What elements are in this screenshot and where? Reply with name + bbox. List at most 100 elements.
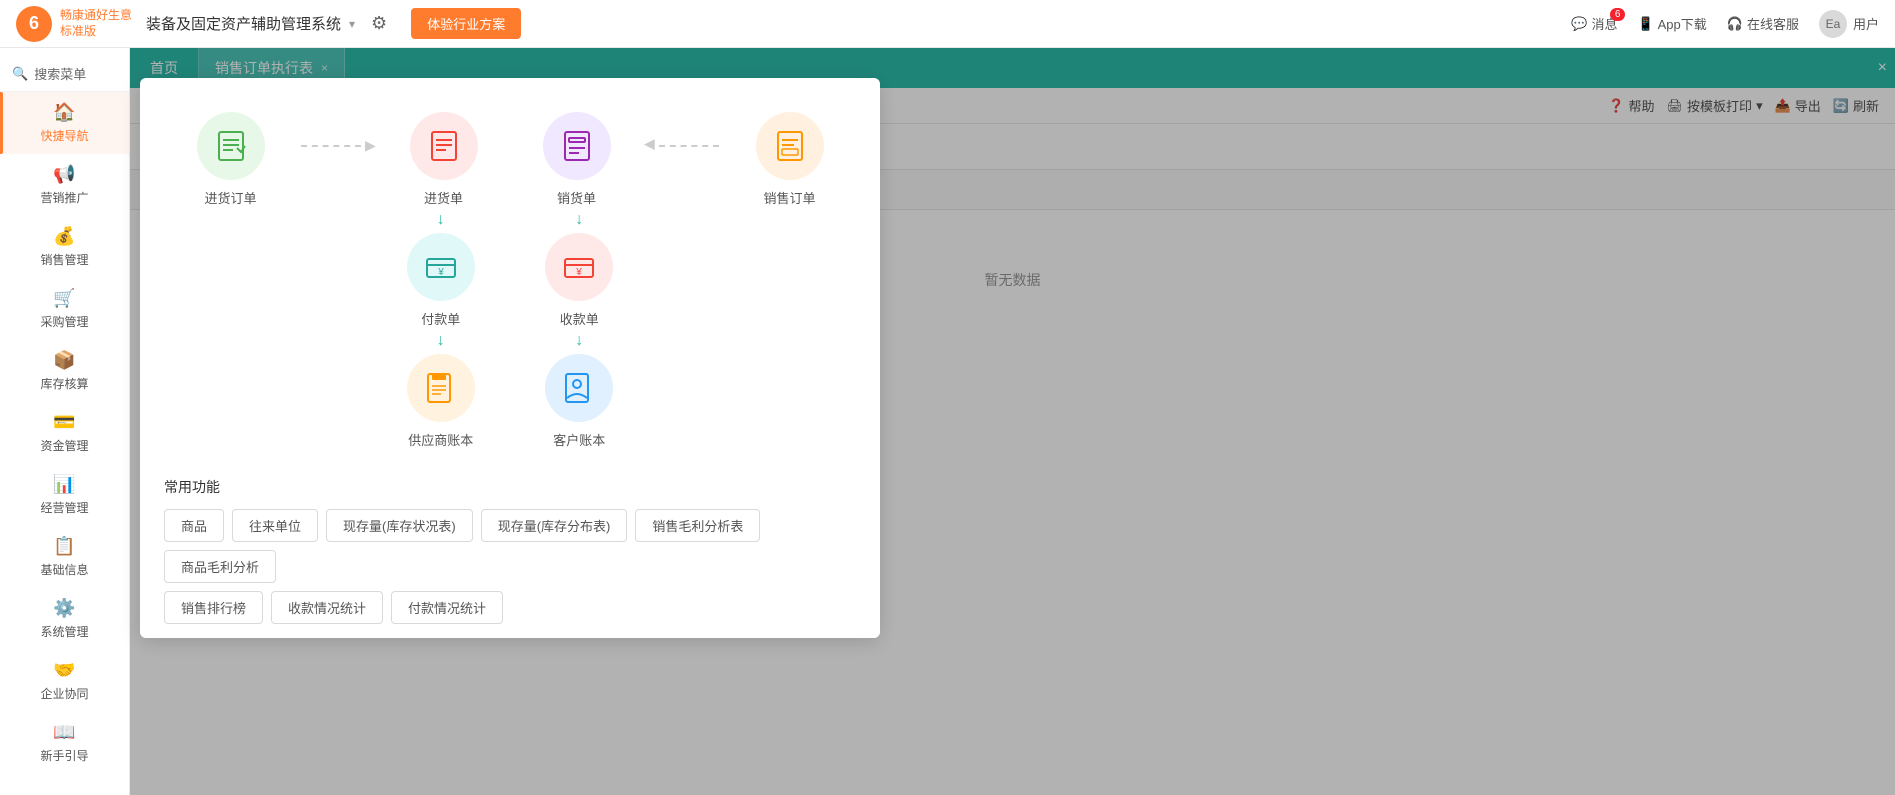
sales-order-circle — [756, 112, 824, 180]
customer-account-circle — [545, 354, 613, 422]
sidebar: 🔍 搜索菜单 🏠 快捷导航 📢 营销推广 💰 销售管理 🛒 采购管理 📦 库存核… — [0, 48, 130, 795]
arrow-right-icon: ▶ — [365, 137, 376, 154]
func-btn-partner[interactable]: 往来单位 — [232, 509, 318, 542]
sidebar-item-quick-nav[interactable]: 🏠 快捷导航 — [0, 92, 129, 154]
supplier-account-label: 供应商账本 — [408, 430, 473, 449]
flow-row-1: 进货订单 ▶ — [164, 112, 856, 207]
basic-info-icon: 📋 — [53, 536, 75, 557]
flow-node-sales-bill[interactable]: 销货单 — [510, 112, 643, 207]
sidebar-item-operations[interactable]: 📊 经营管理 — [0, 464, 129, 526]
system-title-area: 装备及固定资产辅助管理系统 ▾ ⚙ 体验行业方案 — [146, 8, 1571, 39]
sidebar-label-finance: 资金管理 — [40, 437, 88, 454]
func-btn-sales-ranking[interactable]: 销售排行榜 — [164, 591, 263, 624]
message-button[interactable]: 💬 消息 6 — [1571, 14, 1617, 33]
sidebar-label-marketing: 营销推广 — [40, 189, 88, 206]
sidebar-item-finance[interactable]: 💳 资金管理 — [0, 402, 129, 464]
message-icon: 💬 — [1571, 16, 1587, 32]
sales-bill-circle — [543, 112, 611, 180]
flow-node-supplier-account[interactable]: 供应商账本 — [372, 354, 510, 449]
payment-bill-circle: ¥ — [407, 233, 475, 301]
down-arrow-sales: ↓ — [510, 207, 648, 233]
flow-node-receipt-bill[interactable]: ¥ 收款单 — [510, 233, 648, 328]
flow-diagram: 进货订单 ▶ — [164, 102, 856, 469]
finance-icon: 💳 — [53, 412, 75, 433]
supplier-account-circle — [407, 354, 475, 422]
sidebar-item-newbie[interactable]: 📖 新手引导 — [0, 712, 129, 774]
func-btn-product-profit[interactable]: 商品毛利分析 — [164, 550, 276, 583]
func-btn-product[interactable]: 商品 — [164, 509, 224, 542]
message-badge: 6 — [1610, 8, 1626, 21]
enterprise-icon: 🤝 — [53, 660, 75, 681]
sales-order-label: 销售订单 — [763, 188, 815, 207]
flow-node-customer-account[interactable]: 客户账本 — [510, 354, 648, 449]
sales-bill-label: 销货单 — [557, 188, 596, 207]
arrow-left-icon: ▶ — [644, 137, 655, 154]
purchase-icon: 🛒 — [53, 288, 75, 309]
arrow-purchase-order-to-bill: ▶ — [297, 137, 377, 182]
sidebar-item-basic-info[interactable]: 📋 基础信息 — [0, 526, 129, 588]
flow-row-3: 供应商账本 客户账本 — [164, 354, 856, 449]
sidebar-item-sales[interactable]: 💰 销售管理 — [0, 216, 129, 278]
sales-icon: 💰 — [53, 226, 75, 247]
func-btn-stock-dist[interactable]: 现存量(库存分布表) — [481, 509, 628, 542]
dropdown-arrow-icon[interactable]: ▾ — [349, 17, 355, 31]
flow-node-purchase-bill[interactable]: 进货单 — [377, 112, 510, 207]
user-label: 用户 — [1853, 14, 1879, 33]
sidebar-label-enterprise: 企业协同 — [40, 685, 88, 702]
sidebar-label-basic-info: 基础信息 — [40, 561, 88, 578]
common-functions-section: 常用功能 商品 往来单位 现存量(库存状况表) 现存量(库存分布表) 销售毛利分… — [164, 469, 856, 638]
popup-overlay[interactable]: 进货订单 ▶ — [130, 48, 1895, 795]
func-btn-payment-stats[interactable]: 付款情况统计 — [391, 591, 503, 624]
logo-icon: 6 — [16, 6, 52, 42]
func-btn-sales-profit[interactable]: 销售毛利分析表 — [635, 509, 760, 542]
func-buttons-row-2: 销售排行榜 收款情况统计 付款情况统计 — [164, 591, 856, 624]
logo-area: 6 畅康通好生意 标准版 — [16, 6, 146, 42]
flow-node-sales-order[interactable]: 销售订单 — [723, 112, 856, 207]
trial-button[interactable]: 体验行业方案 — [411, 8, 521, 39]
search-icon: 🔍 — [12, 66, 28, 82]
sidebar-label-quick-nav: 快捷导航 — [40, 127, 88, 144]
home-icon: 🏠 — [53, 102, 75, 123]
operations-icon: 📊 — [53, 474, 75, 495]
sidebar-label-system: 系统管理 — [40, 623, 88, 640]
sidebar-item-system[interactable]: ⚙️ 系统管理 — [0, 588, 129, 650]
headset-icon: 🎧 — [1727, 16, 1743, 32]
phone-icon: 📱 — [1637, 16, 1653, 32]
system-icon: ⚙️ — [53, 598, 75, 619]
arrow-sales-order-to-bill: ▶ — [643, 137, 723, 182]
inventory-icon: 📦 — [53, 350, 75, 371]
purchase-order-label: 进货订单 — [204, 188, 256, 207]
down-arrows-row: ↓ ↓ — [164, 207, 856, 233]
sidebar-label-purchase: 采购管理 — [40, 313, 88, 330]
func-btn-receipt-stats[interactable]: 收款情况统计 — [271, 591, 383, 624]
system-title: 装备及固定资产辅助管理系统 — [146, 13, 341, 34]
settings-icon[interactable]: ⚙ — [371, 13, 387, 34]
svg-text:¥: ¥ — [437, 267, 444, 278]
newbie-icon: 📖 — [53, 722, 75, 743]
receipt-bill-label: 收款单 — [560, 309, 599, 328]
sidebar-item-enterprise[interactable]: 🤝 企业协同 — [0, 650, 129, 712]
purchase-bill-circle — [410, 112, 478, 180]
flow-node-payment-bill[interactable]: ¥ 付款单 — [372, 233, 510, 328]
payment-bill-label: 付款单 — [421, 309, 460, 328]
purchase-bill-label: 进货单 — [424, 188, 463, 207]
func-btn-stock-status[interactable]: 现存量(库存状况表) — [326, 509, 473, 542]
top-right: 💬 消息 6 📱 App下载 🎧 在线客服 Ea 用户 — [1571, 10, 1879, 38]
sidebar-item-marketing[interactable]: 📢 营销推广 — [0, 154, 129, 216]
down-arrow-purchase: ↓ — [372, 207, 510, 233]
app-download-button[interactable]: 📱 App下载 — [1637, 14, 1706, 33]
common-funcs-title: 常用功能 — [164, 477, 856, 497]
func-buttons-row-1: 商品 往来单位 现存量(库存状况表) 现存量(库存分布表) 销售毛利分析表 商品… — [164, 509, 856, 583]
user-menu[interactable]: Ea 用户 — [1819, 10, 1879, 38]
sidebar-item-purchase[interactable]: 🛒 采购管理 — [0, 278, 129, 340]
sidebar-search[interactable]: 🔍 搜索菜单 — [0, 56, 129, 92]
purchase-order-circle — [197, 112, 265, 180]
receipt-bill-circle: ¥ — [545, 233, 613, 301]
sidebar-label-sales: 销售管理 — [40, 251, 88, 268]
online-service-button[interactable]: 🎧 在线客服 — [1727, 14, 1799, 33]
svg-text:¥: ¥ — [575, 267, 582, 278]
down-arrow-receipt: ↓ — [510, 328, 648, 354]
sidebar-item-inventory[interactable]: 📦 库存核算 — [0, 340, 129, 402]
flow-node-purchase-order[interactable]: 进货订单 — [164, 112, 297, 207]
down-arrows-row-2: ↓ ↓ — [164, 328, 856, 354]
